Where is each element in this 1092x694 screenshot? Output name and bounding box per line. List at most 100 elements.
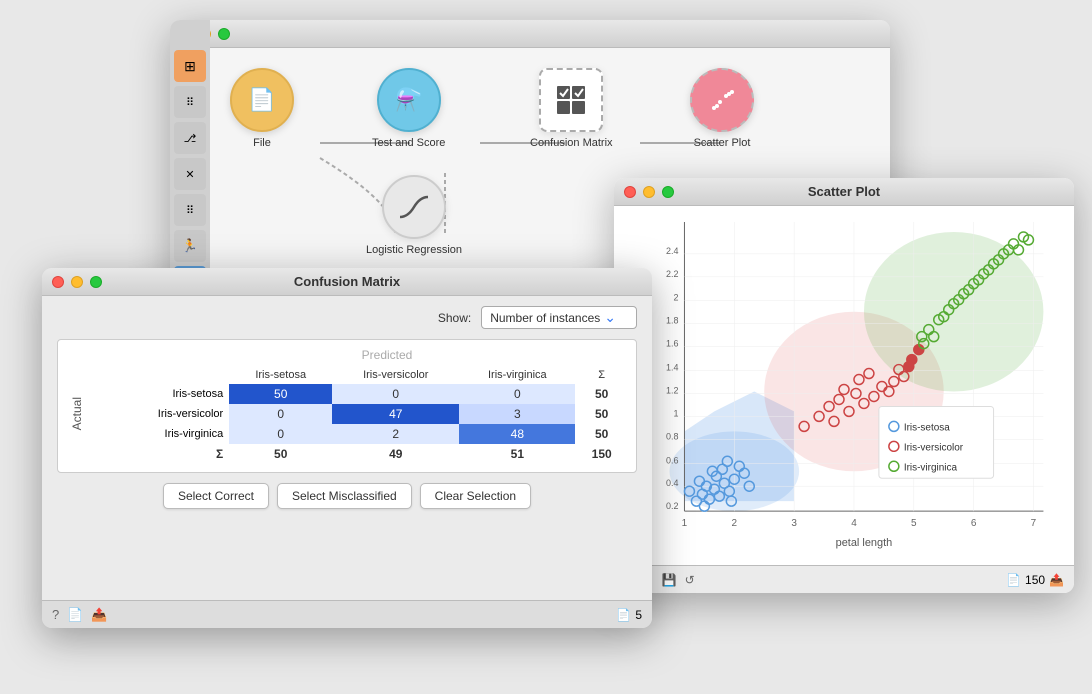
sp-title: Scatter Plot — [808, 184, 880, 199]
row-sum-2: 50 — [575, 424, 628, 444]
cell-00: 50 — [229, 384, 332, 404]
svg-text:2: 2 — [732, 518, 738, 529]
col-sigma-label: Σ — [102, 444, 229, 464]
sp-close-button[interactable] — [624, 186, 636, 198]
matrix-container: Predicted Iris-setosa Iris-versicolor Ir… — [57, 339, 637, 473]
cm-titlebar: Confusion Matrix — [42, 268, 652, 296]
node-scatter-plot[interactable]: Scatter Plot — [690, 68, 754, 149]
sp-minimize-button[interactable] — [643, 186, 655, 198]
sidebar-icon-scatter[interactable]: ⠿ — [174, 86, 206, 118]
sp-titlebar: Scatter Plot — [614, 178, 1074, 206]
svg-text:4: 4 — [851, 518, 857, 529]
sp-footer: ? 📄 💾 ↺ 📄 150 📤 — [614, 565, 1074, 593]
node-confusion-matrix-icon — [539, 68, 603, 132]
cm-show-label: Show: — [438, 311, 471, 325]
svg-text:6: 6 — [971, 518, 977, 529]
sp-file-icon: 📄 — [1006, 573, 1021, 587]
sp-footer-count-area: 📄 150 📤 — [1006, 573, 1064, 587]
svg-text:0.6: 0.6 — [666, 455, 678, 465]
cm-dropdown[interactable]: Number of instances ⌄ — [481, 306, 637, 329]
row-header-versicolor: Iris-versicolor — [102, 404, 229, 424]
cell-01: 0 — [332, 384, 459, 404]
cell-10: 0 — [229, 404, 332, 424]
sp-count: 150 — [1025, 573, 1045, 587]
svg-text:5: 5 — [911, 518, 917, 529]
col-header-setosa: Iris-setosa — [229, 366, 332, 384]
svg-text:7: 7 — [1031, 518, 1037, 529]
select-correct-button[interactable]: Select Correct — [163, 483, 269, 509]
sp-save-icon[interactable]: 💾 — [662, 573, 677, 587]
node-confusion-matrix-label: Confusion Matrix — [530, 137, 613, 149]
svg-text:0.4: 0.4 — [666, 478, 678, 488]
footer-file-icon: 📄 — [616, 608, 631, 622]
svg-text:1.6: 1.6 — [666, 339, 678, 349]
cell-22: 48 — [459, 424, 575, 444]
cm-footer: ? 📄 📤 📄 5 — [42, 600, 652, 628]
footer-count: 5 — [635, 608, 642, 622]
svg-text:2.4: 2.4 — [666, 246, 678, 256]
svg-text:0.2: 0.2 — [666, 501, 678, 511]
sidebar-icon-cross[interactable]: ✕ — [174, 158, 206, 190]
cm-maximize-button[interactable] — [90, 276, 102, 288]
sidebar-icon-dots[interactable]: ⠿ — [174, 194, 206, 226]
sp-export-icon[interactable]: 📤 — [1049, 573, 1064, 587]
scatter-plot-window: Scatter Plot 1 2 3 4 5 6 7 — [614, 178, 1074, 593]
sidebar-icon-run[interactable]: 🏃 — [174, 230, 206, 262]
cell-02: 0 — [459, 384, 575, 404]
col-header-versicolor: Iris-versicolor — [332, 366, 459, 384]
select-misclassified-button[interactable]: Select Misclassified — [277, 483, 412, 509]
col-sum-1: 49 — [332, 444, 459, 464]
sidebar-icon-grid[interactable]: ⊞ — [174, 50, 206, 82]
cell-11: 47 — [332, 404, 459, 424]
cm-minimize-button[interactable] — [71, 276, 83, 288]
cell-12: 3 — [459, 404, 575, 424]
node-file[interactable]: 📄 File — [230, 68, 294, 149]
node-test-score-label: Test and Score — [372, 137, 445, 149]
cm-close-button[interactable] — [52, 276, 64, 288]
sp-maximize-button[interactable] — [662, 186, 674, 198]
svg-text:1.2: 1.2 — [666, 385, 678, 395]
svg-text:1.8: 1.8 — [666, 316, 678, 326]
clear-selection-button[interactable]: Clear Selection — [420, 483, 531, 509]
actual-label: Actual — [66, 384, 102, 444]
sidebar-icon-tree[interactable]: ⎇ — [174, 122, 206, 154]
svg-text:0.8: 0.8 — [666, 431, 678, 441]
svg-text:2: 2 — [673, 293, 678, 303]
svg-text:1.4: 1.4 — [666, 363, 678, 373]
row-header-virginica: Iris-virginica — [102, 424, 229, 444]
node-logistic-regression-label: Logistic Regression — [366, 244, 462, 256]
table-row: Σ 50 49 51 150 — [66, 444, 628, 464]
export-icon[interactable]: 📤 — [91, 607, 107, 623]
cm-show-row: Show: Number of instances ⌄ — [57, 306, 637, 329]
total-sum: 150 — [575, 444, 628, 464]
node-scatter-plot-label: Scatter Plot — [694, 137, 751, 149]
table-row: Actual Iris-setosa 50 0 0 50 — [66, 384, 628, 404]
info-icon[interactable]: 📄 — [67, 607, 83, 623]
scatter-plot-svg[interactable]: 1 2 3 4 5 6 7 0.2 0.4 0.6 0.8 1 1.2 1.4 … — [622, 212, 1066, 561]
node-test-score[interactable]: ⚗️ Test and Score — [372, 68, 445, 149]
sp-body: 1 2 3 4 5 6 7 0.2 0.4 0.6 0.8 1 1.2 1.4 … — [614, 206, 1074, 565]
svg-text:1: 1 — [682, 518, 688, 529]
col-sum-2: 51 — [459, 444, 575, 464]
svg-text:3: 3 — [791, 518, 797, 529]
table-row: Iris-versicolor 0 47 3 50 — [66, 404, 628, 424]
node-confusion-matrix[interactable]: Confusion Matrix — [530, 68, 613, 149]
col-sum-0: 50 — [229, 444, 332, 464]
row-header-setosa: Iris-setosa — [102, 384, 229, 404]
table-row: Iris-virginica 0 2 48 50 — [66, 424, 628, 444]
svg-text:Iris-versicolor: Iris-versicolor — [904, 442, 964, 453]
svg-text:petal length: petal length — [836, 537, 893, 549]
svg-text:Iris-virginica: Iris-virginica — [904, 462, 958, 473]
predicted-label: Predicted — [66, 348, 628, 362]
help-icon[interactable]: ? — [52, 607, 59, 622]
cell-20: 0 — [229, 424, 332, 444]
node-logistic-regression[interactable]: Logistic Regression — [366, 175, 462, 256]
row-sum-1: 50 — [575, 404, 628, 424]
footer-count-area: 📄 5 — [616, 608, 642, 622]
maximize-button[interactable] — [218, 28, 230, 40]
col-header-virginica: Iris-virginica — [459, 366, 575, 384]
cm-title: Confusion Matrix — [294, 274, 400, 289]
node-logistic-regression-icon — [382, 175, 446, 239]
sp-refresh-icon[interactable]: ↺ — [685, 573, 695, 587]
cm-dropdown-value: Number of instances — [490, 311, 600, 325]
